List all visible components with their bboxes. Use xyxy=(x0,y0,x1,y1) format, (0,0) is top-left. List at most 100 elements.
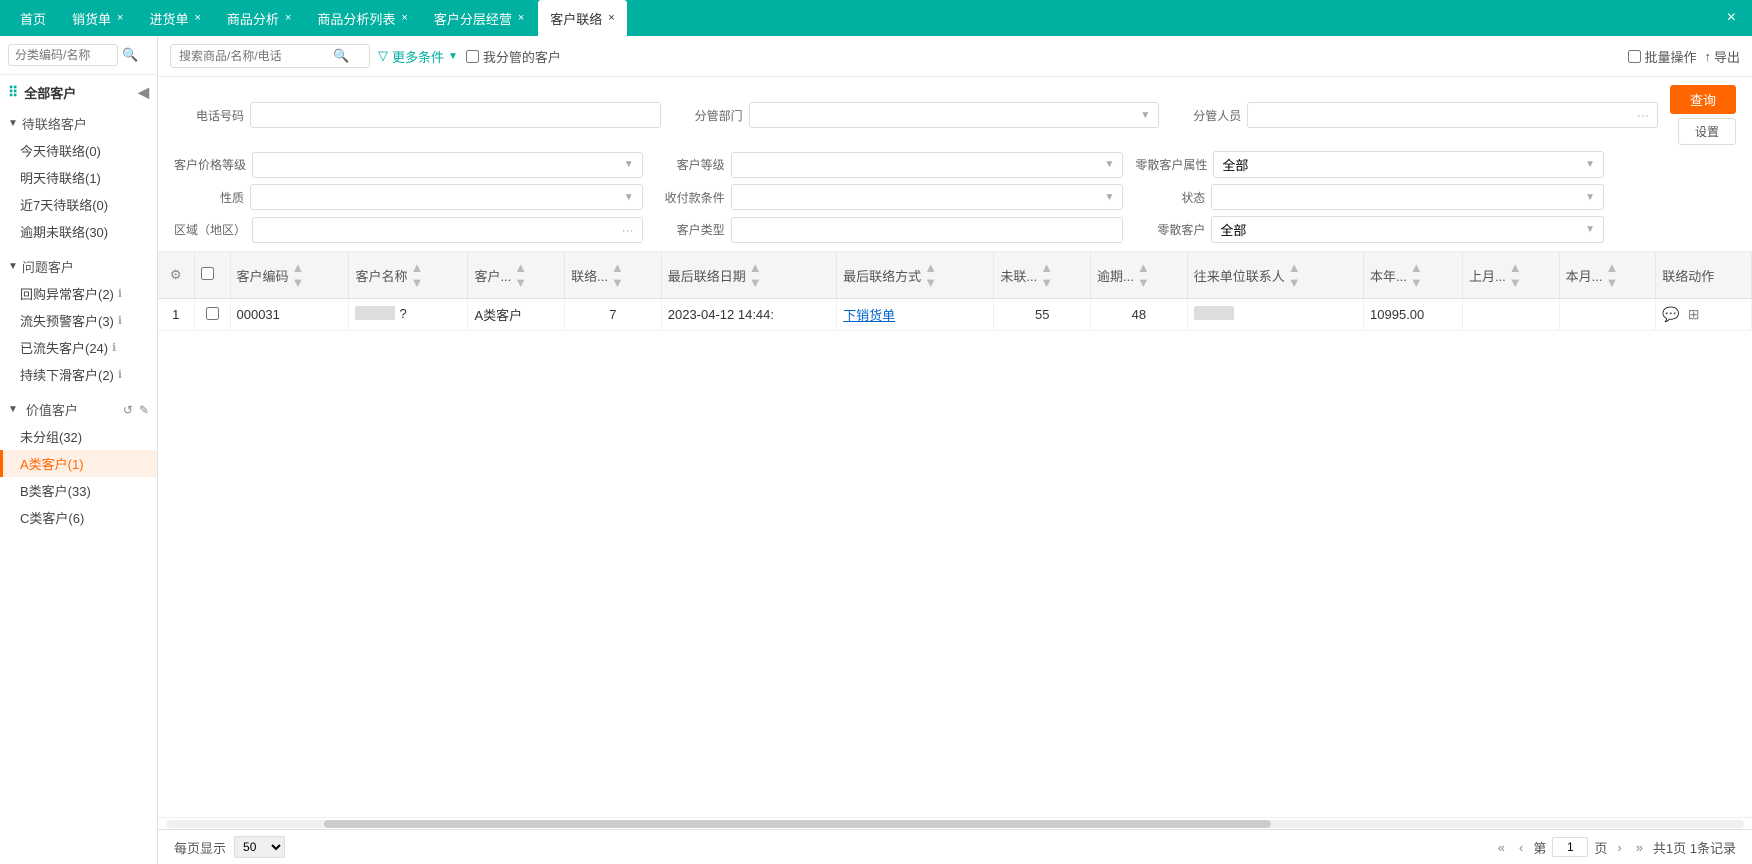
close-product-analysis-list[interactable]: × xyxy=(401,12,407,24)
sidebar-item-abnormal[interactable]: 回购异常客户(2) ℹ xyxy=(0,280,157,307)
gear-icon[interactable]: ⚙ xyxy=(170,267,182,282)
sidebar-item-c-class[interactable]: C类客户(6) xyxy=(0,504,157,531)
last-method-link[interactable]: 下销货单 xyxy=(843,308,895,323)
sidebar-search-icon[interactable]: 🔍 xyxy=(122,47,138,63)
nav-sales[interactable]: 销货单 × xyxy=(60,0,135,36)
retail-customer-select[interactable]: 全部 ▼ xyxy=(1211,216,1604,243)
nav-customer-tier[interactable]: 客户分层经营 × xyxy=(422,0,536,36)
nature-select[interactable]: ▼ xyxy=(250,184,643,210)
field-phone: 电话号码 xyxy=(174,102,661,128)
sidebar-item-tomorrow[interactable]: 明天待联络(1) xyxy=(0,164,157,191)
page-number-input[interactable] xyxy=(1552,837,1588,857)
batch-checkbox[interactable] xyxy=(1628,50,1641,63)
close-product-analysis[interactable]: × xyxy=(285,12,291,24)
col-last-month: 上月... ▲▼ xyxy=(1462,252,1559,299)
first-page-btn[interactable]: « xyxy=(1494,839,1509,856)
status-select[interactable]: ▼ xyxy=(1211,184,1604,210)
my-customers-checkbox[interactable] xyxy=(466,50,479,63)
nav-product-analysis[interactable]: 商品分析 × xyxy=(215,0,303,36)
sidebar-section-title-value[interactable]: ▼ 价值客户 ↺ ✎ xyxy=(0,396,157,423)
phone-input[interactable] xyxy=(250,102,661,128)
sort-icon-5[interactable]: ▲▼ xyxy=(749,260,762,290)
setting-btn[interactable]: 设置 xyxy=(1678,118,1736,145)
row-contact-count-cell: 7 xyxy=(565,299,662,331)
customer-grade-select[interactable]: ▼ xyxy=(731,152,1124,178)
chat-icon[interactable]: 💬 xyxy=(1662,306,1679,323)
sidebar-item-b-class[interactable]: B类客户(33) xyxy=(0,477,157,504)
field-manager: 分管人员 ··· xyxy=(1171,102,1658,128)
row-name-cell: ? xyxy=(349,299,468,331)
sidebar-item-declining[interactable]: 持续下滑客户(2) ℹ xyxy=(0,361,157,388)
last-page-btn[interactable]: » xyxy=(1632,839,1647,856)
sidebar-section-title-pending[interactable]: ▼ 待联络客户 xyxy=(0,110,157,137)
sidebar-section-title-problem[interactable]: ▼ 问题客户 xyxy=(0,253,157,280)
field-payment: 收付款条件 ▼ xyxy=(655,184,1124,210)
prev-page-btn[interactable]: ‹ xyxy=(1515,839,1527,856)
region-input[interactable]: ··· xyxy=(252,217,643,243)
manager-input[interactable]: ··· xyxy=(1247,102,1658,128)
close-purchase[interactable]: × xyxy=(194,12,200,24)
sidebar-item-churn-warning[interactable]: 流失预警客户(3) ℹ xyxy=(0,307,157,334)
sidebar-item-7days[interactable]: 近7天待联络(0) xyxy=(0,191,157,218)
sort-icon-2[interactable]: ▲▼ xyxy=(410,260,423,290)
export-btn[interactable]: ↑ 导出 xyxy=(1704,47,1740,66)
refresh-icon[interactable]: ↺ xyxy=(123,403,133,417)
nav-product-analysis-list[interactable]: 商品分析列表 × xyxy=(305,0,419,36)
row-code-cell: 000031 xyxy=(230,299,349,331)
row-customer-type-cell: A类客户 xyxy=(468,299,565,331)
sort-icon-12[interactable]: ▲▼ xyxy=(1605,260,1618,290)
filter-search-icon[interactable]: 🔍 xyxy=(333,48,349,64)
sidebar-item-today[interactable]: 今天待联络(0) xyxy=(0,137,157,164)
sort-icon-6[interactable]: ▲▼ xyxy=(924,260,937,290)
nav-home[interactable]: 首页 xyxy=(8,0,58,36)
row-action-btns: 💬 ⊞ xyxy=(1662,306,1745,323)
batch-op-btn[interactable]: 批量操作 xyxy=(1628,47,1696,66)
field-price-grade: 客户价格等级 ▼ xyxy=(174,152,643,178)
payment-select[interactable]: ▼ xyxy=(731,184,1124,210)
sort-icon-7[interactable]: ▲▼ xyxy=(1040,260,1053,290)
scrollbar-thumb[interactable] xyxy=(324,820,1271,828)
query-btn[interactable]: 查询 xyxy=(1670,85,1736,114)
edit-icon[interactable]: ✎ xyxy=(139,403,149,417)
sidebar-item-churned[interactable]: 已流失客户(24) ℹ xyxy=(0,334,157,361)
col-this-year: 本年... ▲▼ xyxy=(1364,252,1463,299)
sidebar-item-overdue[interactable]: 逾期未联络(30) xyxy=(0,218,157,245)
adv-filter-row-4: 区域（地区） ··· 客户类型 零散客户 全部 ▼ xyxy=(174,216,1736,243)
nav-customer-contact[interactable]: 客户联络 × xyxy=(538,0,626,36)
filter-search-input[interactable] xyxy=(179,49,329,63)
customer-type-input[interactable] xyxy=(731,217,1124,243)
row-contact-person-cell xyxy=(1187,299,1363,331)
grid-icon[interactable]: ⊞ xyxy=(1688,306,1700,323)
price-grade-select[interactable]: ▼ xyxy=(252,152,643,178)
nav-purchase[interactable]: 进货单 × xyxy=(137,0,212,36)
sidebar-collapse-btn[interactable]: ◀ xyxy=(138,84,149,101)
close-sales[interactable]: × xyxy=(117,12,123,24)
col-contact-person: 往来单位联系人 ▲▼ xyxy=(1187,252,1363,299)
sidebar-item-ungroup[interactable]: 未分组(32) xyxy=(0,423,157,450)
info-icon-2: ℹ xyxy=(118,314,122,327)
dept-select[interactable]: ▼ xyxy=(749,102,1160,128)
sidebar-search-input[interactable] xyxy=(8,44,118,66)
col-last-contact-date: 最后联络日期 ▲▼ xyxy=(661,252,836,299)
retail-attr-select[interactable]: 全部 ▼ xyxy=(1213,151,1604,178)
close-customer-tier[interactable]: × xyxy=(518,12,524,24)
row-checkbox[interactable] xyxy=(206,307,219,320)
row-checkbox-cell xyxy=(194,299,230,331)
adv-filter-row-1: 电话号码 分管部门 ▼ 分管人员 ··· xyxy=(174,85,1736,145)
filter-more-btn[interactable]: ▽ 更多条件 ▼ xyxy=(378,47,458,66)
per-page-select[interactable]: 50 100 200 xyxy=(234,836,285,858)
sort-icon-10[interactable]: ▲▼ xyxy=(1410,260,1423,290)
sort-icon-9[interactable]: ▲▼ xyxy=(1288,260,1301,290)
close-all-btn[interactable]: × xyxy=(1719,9,1744,27)
sort-icon-8[interactable]: ▲▼ xyxy=(1137,260,1150,290)
sort-icon-11[interactable]: ▲▼ xyxy=(1509,260,1522,290)
next-page-btn[interactable]: › xyxy=(1613,839,1625,856)
sort-icon[interactable]: ▲▼ xyxy=(292,260,305,290)
sort-icon-4[interactable]: ▲▼ xyxy=(611,260,624,290)
close-customer-contact[interactable]: × xyxy=(608,12,614,24)
sidebar-item-a-class[interactable]: A类客户(1) xyxy=(0,450,157,477)
select-all-checkbox[interactable] xyxy=(201,267,214,280)
sort-icon-3[interactable]: ▲▼ xyxy=(514,260,527,290)
arrow-down-icon-2: ▼ xyxy=(8,261,18,272)
sidebar-section-problem: ▼ 问题客户 回购异常客户(2) ℹ 流失预警客户(3) ℹ 已流失客户(24)… xyxy=(0,249,157,392)
